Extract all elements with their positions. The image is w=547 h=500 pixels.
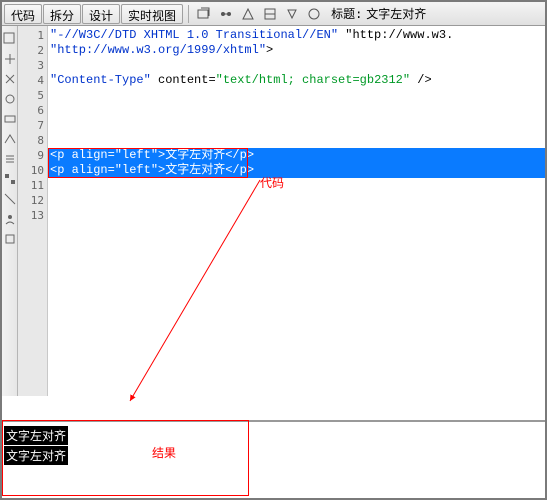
line-number: 6 <box>18 103 44 118</box>
code-line[interactable]: "http://www.w3.org/1999/xhtml"> <box>48 43 545 58</box>
main-area: 1 2 3 4 5 6 7 8 9 10 11 12 13 "-//W3C//D… <box>2 26 545 498</box>
sidebar-icon-5[interactable] <box>3 112 17 126</box>
line-number: 4 <box>18 73 44 88</box>
sidebar-icon-1[interactable] <box>3 32 17 46</box>
tab-code[interactable]: 代码 <box>4 4 42 24</box>
code-line[interactable] <box>48 103 545 118</box>
sidebar-icon-6[interactable] <box>3 132 17 146</box>
annotation-result-label: 结果 <box>152 444 176 461</box>
sidebar-icon-9[interactable] <box>3 192 17 206</box>
toolbar-icon-5[interactable] <box>283 5 301 23</box>
code-line[interactable] <box>48 193 545 208</box>
sidebar-icon-7[interactable] <box>3 152 17 166</box>
toolbar-icon-6[interactable] <box>305 5 323 23</box>
left-sidebar <box>2 26 18 396</box>
sidebar-icon-11[interactable] <box>3 232 17 246</box>
toolbar-icon-3[interactable] <box>239 5 257 23</box>
code-line[interactable] <box>48 118 545 133</box>
annotation-code-label: 代码 <box>260 174 284 191</box>
line-number: 10 <box>18 163 44 178</box>
line-number-gutter: 1 2 3 4 5 6 7 8 9 10 11 12 13 <box>18 26 48 396</box>
top-toolbar: 代码 拆分 设计 实时视图 标题: 文字左对齐 <box>2 2 545 26</box>
line-number: 11 <box>18 178 44 193</box>
line-number: 2 <box>18 43 44 58</box>
line-number: 7 <box>18 118 44 133</box>
sidebar-icon-3[interactable] <box>3 72 17 86</box>
app-frame: 代码 拆分 设计 实时视图 标题: 文字左对齐 1 <box>0 0 547 500</box>
code-line[interactable] <box>48 133 545 148</box>
code-line[interactable]: </span>文字左对齐<span class="t-blue"> <box>48 88 545 103</box>
sidebar-icon-4[interactable] <box>3 92 17 106</box>
tab-split[interactable]: 拆分 <box>43 4 81 24</box>
annotation-result-box <box>2 420 249 496</box>
line-number: 8 <box>18 133 44 148</box>
annotation-code-box <box>48 148 248 178</box>
line-number: 12 <box>18 193 44 208</box>
line-number: 1 <box>18 28 44 43</box>
sidebar-icon-10[interactable] <box>3 212 17 226</box>
code-line[interactable] <box>48 58 545 73</box>
line-number: 13 <box>18 208 44 223</box>
sidebar-icon-2[interactable] <box>3 52 17 66</box>
title-label: 标题: <box>331 5 362 22</box>
sidebar-icon-8[interactable] <box>3 172 17 186</box>
divider <box>188 5 189 23</box>
code-line[interactable] <box>48 208 545 223</box>
tab-design[interactable]: 设计 <box>82 4 120 24</box>
line-number: 5 <box>18 88 44 103</box>
code-editor[interactable]: "-//W3C//DTD XHTML 1.0 Transitional//EN"… <box>48 26 545 396</box>
line-number: 9 <box>18 148 44 163</box>
line-number: 3 <box>18 58 44 73</box>
title-value: 文字左对齐 <box>366 5 426 22</box>
code-line[interactable]: "Content-Type" content="text/html; chars… <box>48 73 545 88</box>
toolbar-icon-1[interactable] <box>195 5 213 23</box>
code-line[interactable]: "-//W3C//DTD XHTML 1.0 Transitional//EN"… <box>48 28 545 43</box>
code-line[interactable] <box>48 178 545 193</box>
toolbar-icon-2[interactable] <box>217 5 235 23</box>
toolbar-icon-4[interactable] <box>261 5 279 23</box>
tab-live-view[interactable]: 实时视图 <box>121 4 183 24</box>
